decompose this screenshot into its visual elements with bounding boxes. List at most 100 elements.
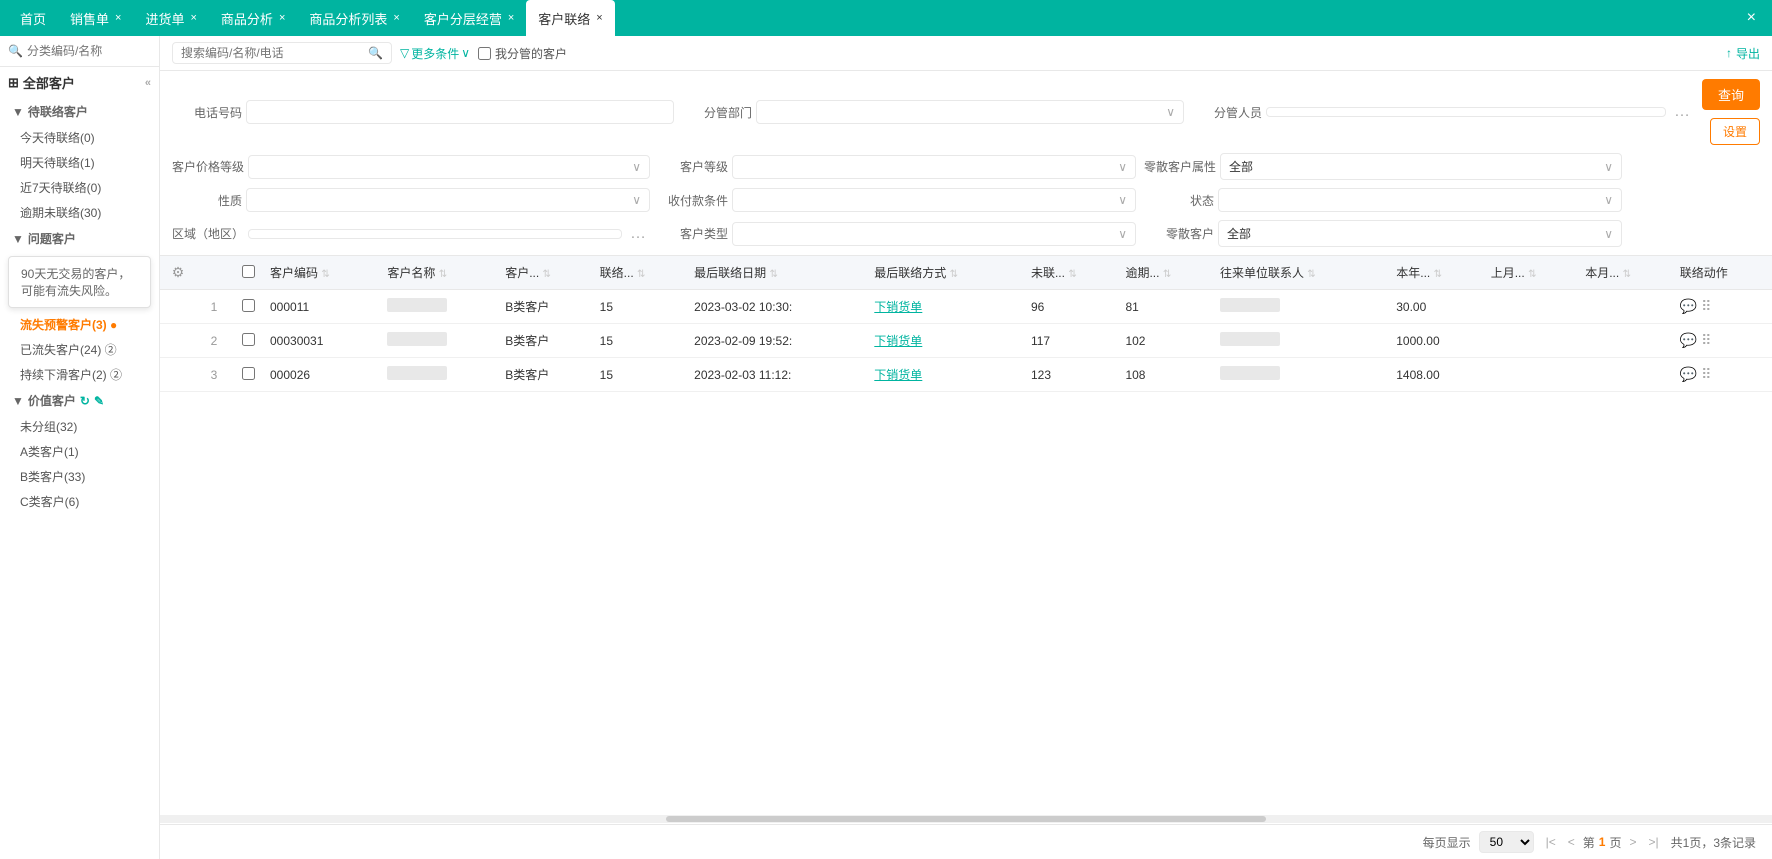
close-icon[interactable]: × — [115, 12, 121, 24]
settings-button[interactable]: 设置 — [1710, 118, 1760, 145]
churn-group-header[interactable]: ▼ 问题客户 — [0, 225, 159, 252]
filter-region-select[interactable] — [248, 229, 622, 239]
tab-purchase[interactable]: 进货单 × — [133, 0, 208, 36]
th-contact[interactable]: 联络... ⇅ — [594, 256, 688, 290]
last-page-button[interactable]: >| — [1645, 835, 1663, 849]
chat-action-icon[interactable]: 💬 — [1680, 366, 1697, 383]
last-contact-method-link[interactable]: 下销货单 — [874, 368, 922, 382]
my-customers-checkbox[interactable] — [478, 47, 491, 60]
search-button[interactable]: 🔍 — [368, 46, 383, 60]
close-icon[interactable]: × — [190, 12, 196, 24]
table-settings-icon[interactable]: ⚙ — [172, 264, 185, 280]
th-contact-person[interactable]: 往来单位联系人 ⇅ — [1214, 256, 1390, 290]
tab-customer-segment[interactable]: 客户分层经营 × — [412, 0, 526, 36]
last-contact-method-link[interactable]: 下销货单 — [874, 300, 922, 314]
th-last-contact-date[interactable]: 最后联络日期 ⇅ — [688, 256, 868, 290]
per-page-select[interactable]: 50 100 200 — [1479, 831, 1534, 853]
more-action-icon[interactable]: ⠿ — [1701, 366, 1711, 383]
next-page-button[interactable]: > — [1626, 835, 1641, 849]
sidebar-item-churn-warning[interactable]: 流失预警客户(3) ● — [0, 312, 159, 337]
filter-customer-type-label: 客户类型 — [658, 225, 728, 242]
prev-page-button[interactable]: < — [1564, 835, 1579, 849]
row-last-contact-method: 下销货单 — [868, 324, 1025, 358]
th-action: 联络动作 — [1674, 256, 1772, 290]
filter-retail-customer-select[interactable]: 全部 ∨ — [1218, 220, 1622, 247]
th-last-contact-method[interactable]: 最后联络方式 ⇅ — [868, 256, 1025, 290]
chat-action-icon[interactable]: 💬 — [1680, 298, 1697, 315]
last-contact-method-link[interactable]: 下销货单 — [874, 334, 922, 348]
th-last-month-amount[interactable]: 上月... ⇅ — [1485, 256, 1579, 290]
tab-sales[interactable]: 销售单 × — [58, 0, 133, 36]
row-checkbox[interactable] — [242, 367, 255, 380]
first-page-button[interactable]: |< — [1542, 835, 1560, 849]
row-checkbox[interactable] — [242, 299, 255, 312]
pending-group-header[interactable]: ▼ 待联络客户 — [0, 98, 159, 125]
th-name[interactable]: 客户名称 ⇅ — [381, 256, 499, 290]
sidebar-item-churn-lost-label: 已流失客户(24) ② — [20, 341, 117, 358]
value-group-edit-icon[interactable]: ✎ — [94, 394, 104, 408]
filter-manager-select[interactable] — [1266, 107, 1666, 117]
value-group-refresh-icon[interactable]: ↻ — [80, 394, 90, 408]
filter-customer-type-select[interactable]: ∨ — [732, 222, 1136, 246]
filter-row-2: 客户价格等级 ∨ 客户等级 ∨ 零散客户属性 全部 — [172, 153, 1760, 180]
more-action-icon[interactable]: ⠿ — [1701, 332, 1711, 349]
all-customers-header[interactable]: ⊞ 全部客户 « — [0, 67, 159, 98]
close-icon[interactable]: × — [279, 12, 285, 24]
chat-action-icon[interactable]: 💬 — [1680, 332, 1697, 349]
close-icon[interactable]: × — [596, 12, 602, 24]
select-all-checkbox[interactable] — [242, 265, 255, 278]
more-icon[interactable]: … — [626, 225, 650, 243]
tab-analysis-list[interactable]: 商品分析列表 × — [297, 0, 411, 36]
chevron-down-icon: ∨ — [1118, 160, 1127, 174]
filter-retail-attr-select[interactable]: 全部 ∨ — [1220, 153, 1622, 180]
filter-status: 状态 ∨ — [1144, 188, 1622, 212]
sidebar-item-class-b[interactable]: B类客户(33) — [0, 464, 159, 489]
row-code: 000026 — [264, 358, 381, 392]
more-action-icon[interactable]: ⠿ — [1701, 298, 1711, 315]
filter-status-select[interactable]: ∨ — [1218, 188, 1622, 212]
tab-customer-contact[interactable]: 客户联络 × — [526, 0, 614, 36]
query-button[interactable]: 查询 — [1702, 79, 1760, 110]
value-group-header[interactable]: ▼ 价值客户 ↻ ✎ — [0, 387, 159, 414]
tab-home[interactable]: 首页 — [8, 0, 58, 36]
filter-retail-attr-label: 零散客户属性 — [1144, 158, 1216, 175]
sidebar-item-churn-decline[interactable]: 持续下滑客户(2) ② — [0, 362, 159, 387]
sidebar-item-overdue[interactable]: 逾期未联络(30) — [0, 200, 159, 225]
sidebar-search-input[interactable] — [27, 44, 151, 58]
th-code[interactable]: 客户编码 ⇅ — [264, 256, 381, 290]
value-group: ▼ 价值客户 ↻ ✎ 未分组(32) A类客户(1) B类客户(33) C类客户… — [0, 387, 159, 514]
sidebar-item-class-a[interactable]: A类客户(1) — [0, 439, 159, 464]
sidebar-item-today[interactable]: 今天待联络(0) — [0, 125, 159, 150]
filter-nature: 性质 ∨ — [172, 188, 650, 212]
row-year-amount: 30.00 — [1390, 290, 1484, 324]
sidebar-item-week[interactable]: 近7天待联络(0) — [0, 175, 159, 200]
filter-payment-select[interactable]: ∨ — [732, 188, 1136, 212]
th-year-amount[interactable]: 本年... ⇅ — [1390, 256, 1484, 290]
th-overdue[interactable]: 逾期... ⇅ — [1119, 256, 1213, 290]
close-icon[interactable]: × — [508, 12, 514, 24]
tab-analysis[interactable]: 商品分析 × — [209, 0, 297, 36]
row-contact: 15 — [594, 324, 688, 358]
filter-customer-grade-select[interactable]: ∨ — [732, 155, 1136, 179]
filter-department-select[interactable]: ∨ — [756, 100, 1184, 124]
table-row: 1 000011 B类客户 15 2023-03-02 10:30: 下销货单 … — [160, 290, 1772, 324]
sidebar-item-class-c[interactable]: C类客户(6) — [0, 489, 159, 514]
th-no-contact[interactable]: 未联... ⇅ — [1025, 256, 1119, 290]
more-icon[interactable]: … — [1670, 103, 1694, 121]
row-this-month-amount — [1579, 358, 1673, 392]
search-input[interactable] — [181, 46, 368, 60]
chevron-down-icon: ∨ — [1166, 105, 1175, 119]
close-icon[interactable]: × — [393, 12, 399, 24]
th-type[interactable]: 客户... ⇅ — [499, 256, 593, 290]
th-this-month-amount[interactable]: 本月... ⇅ — [1579, 256, 1673, 290]
sidebar-item-ungroup[interactable]: 未分组(32) — [0, 414, 159, 439]
filter-price-grade-select[interactable]: ∨ — [248, 155, 650, 179]
window-close-button[interactable]: × — [1739, 9, 1764, 27]
sidebar-item-tomorrow[interactable]: 明天待联络(1) — [0, 150, 159, 175]
export-button[interactable]: ↑ 导出 — [1726, 45, 1760, 62]
row-checkbox[interactable] — [242, 333, 255, 346]
more-conditions-button[interactable]: ▽ 更多条件 ∨ — [400, 45, 470, 62]
filter-phone-input[interactable] — [246, 100, 674, 124]
filter-nature-select[interactable]: ∨ — [246, 188, 650, 212]
sidebar-item-churn-lost[interactable]: 已流失客户(24) ② — [0, 337, 159, 362]
